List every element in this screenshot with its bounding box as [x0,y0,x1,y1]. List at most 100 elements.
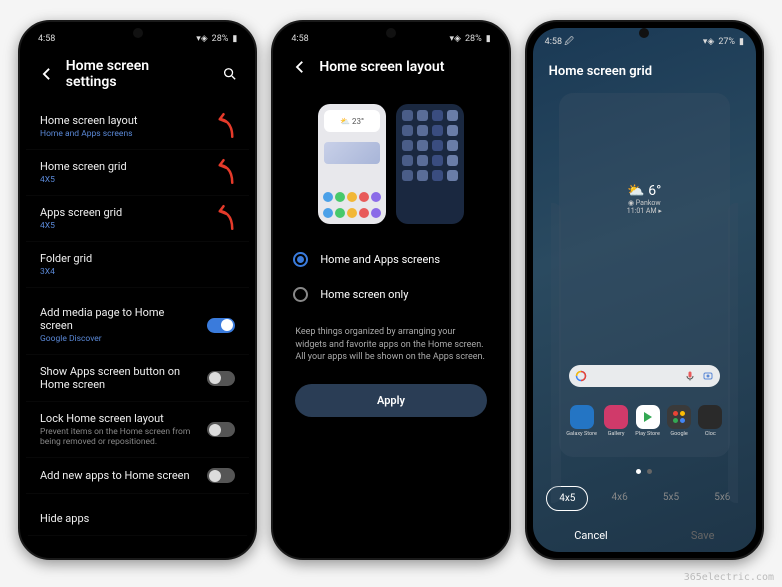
option-home-only[interactable]: Home screen only [293,277,488,312]
watermark: 365electric.com [684,572,774,583]
cancel-button[interactable]: Cancel [574,529,607,542]
app-icon [335,192,345,202]
app-icon [447,170,458,181]
app-icon [432,140,443,151]
back-icon[interactable] [38,65,56,83]
preview-apps [396,104,464,224]
lens-icon[interactable] [702,370,714,382]
toggle-switch[interactable] [207,371,235,386]
toggle-switch[interactable] [207,422,235,437]
option-home-and-apps[interactable]: Home and Apps screens [293,242,488,277]
apply-button[interactable]: Apply [295,384,486,417]
app-icon [447,110,458,121]
grid-preview[interactable]: ⛅ 6° ◉ Pankow 11:01 AM ▸ Galaxy Store Gal… [553,93,736,457]
app-icon [359,192,369,202]
back-icon[interactable] [291,58,309,76]
app-icon [432,110,443,121]
app-icon [417,140,428,151]
row-subtitle: Prevent items on the Home screen from be… [40,427,197,447]
toggle-switch[interactable] [207,318,235,333]
app-icon [432,155,443,166]
annotation-arrow-icon [213,156,239,189]
settings-row[interactable]: Add new apps to Home screen [26,458,249,494]
battery-pct: 28% [465,34,482,44]
settings-row[interactable]: Show Apps screen button on Home screen [26,355,249,402]
google-search-bar[interactable] [569,365,720,387]
google-icon [575,370,587,382]
search-icon[interactable] [222,66,238,82]
app-shortcut[interactable]: Play Store [635,405,660,437]
page-indicator [533,463,756,480]
settings-row[interactable]: Lock Home screen layout Prevent items on … [26,402,249,458]
settings-row[interactable]: Folder grid 3X4 [26,242,249,288]
app-label: Google [670,431,687,437]
app-icon [347,208,357,218]
app-icon [402,110,413,121]
page-title: Home screen grid [533,52,756,87]
save-button[interactable]: Save [691,529,715,542]
page-header: Home screen layout [279,46,502,90]
battery-icon: ▮ [486,34,491,44]
grid-size-button[interactable]: 4x6 [600,486,640,511]
row-subtitle: 4X5 [40,221,235,231]
app-icon [402,125,413,136]
app-icon [371,208,381,218]
app-icon [570,405,594,429]
app-icon [447,155,458,166]
app-icon [417,110,428,121]
time-sub: 11:01 AM ▸ [627,207,662,215]
app-icon [667,405,691,429]
settings-list: Home screen layoutHome and Apps screensH… [26,104,249,552]
app-icon [402,170,413,181]
app-icon [636,405,660,429]
settings-row[interactable]: Home screen grid4X5 [26,150,249,196]
camera-notch [133,28,143,38]
grid-size-options: 4x54x65x55x6 [533,480,756,517]
app-icon [447,140,458,151]
app-shortcut[interactable]: Google [667,405,691,437]
preview-home: ⛅ 23° [318,104,386,224]
status-time: 4:58 [38,34,55,44]
row-title: Hide apps [40,512,235,525]
app-shortcut[interactable]: Galaxy Store [566,405,597,437]
location: ◉ Pankow [627,199,662,207]
camera-notch [386,28,396,38]
weather-widget: ⛅ 6° ◉ Pankow 11:01 AM ▸ [627,183,662,215]
settings-row[interactable]: Apps screen grid4X5 [26,196,249,242]
app-label: Gallery [608,431,625,437]
preview-card [559,93,730,457]
app-icon [323,208,333,218]
row-title: Folder grid [40,252,235,265]
mic-icon[interactable] [684,370,696,382]
row-title: Home screen layout [40,114,235,127]
row-hide-apps[interactable]: Hide apps [26,502,249,536]
settings-row[interactable]: Add media page to Home screenGoogle Disc… [26,296,249,355]
annotation-arrow-icon [213,110,239,143]
temperature: ⛅ 6° [627,183,662,199]
row-subtitle: Google Discover [40,334,197,344]
app-icon [432,125,443,136]
row-title: Lock Home screen layout [40,412,197,425]
option-description: Keep things organized by arranging your … [279,320,502,378]
grid-size-button[interactable]: 5x5 [651,486,691,511]
app-shortcut[interactable]: Cloc [698,405,722,437]
app-label: Cloc [705,431,716,437]
app-icon [402,155,413,166]
app-icon [347,192,357,202]
row-subtitle: 4X5 [40,175,235,185]
app-icon [402,140,413,151]
row-title: Add new apps to Home screen [40,469,197,482]
settings-row[interactable]: Home screen layoutHome and Apps screens [26,104,249,150]
phone-layout: 4:58 ▾◈ 28% ▮ Home screen layout ⛅ 23° [271,20,510,560]
app-icon [417,155,428,166]
layout-previews: ⛅ 23° [279,90,502,234]
row-subtitle: 3X4 [40,267,235,277]
app-shortcut[interactable]: Gallery [604,405,628,437]
battery-icon: ▮ [739,37,744,47]
option-label: Home and Apps screens [320,253,440,266]
toggle-switch[interactable] [207,468,235,483]
phone-settings: 4:58 ▾◈ 28% ▮ Home screen settings Home … [18,20,257,560]
annotation-arrow-icon [213,202,239,235]
weather-widget: ⛅ 23° [324,110,380,132]
app-icon [447,125,458,136]
